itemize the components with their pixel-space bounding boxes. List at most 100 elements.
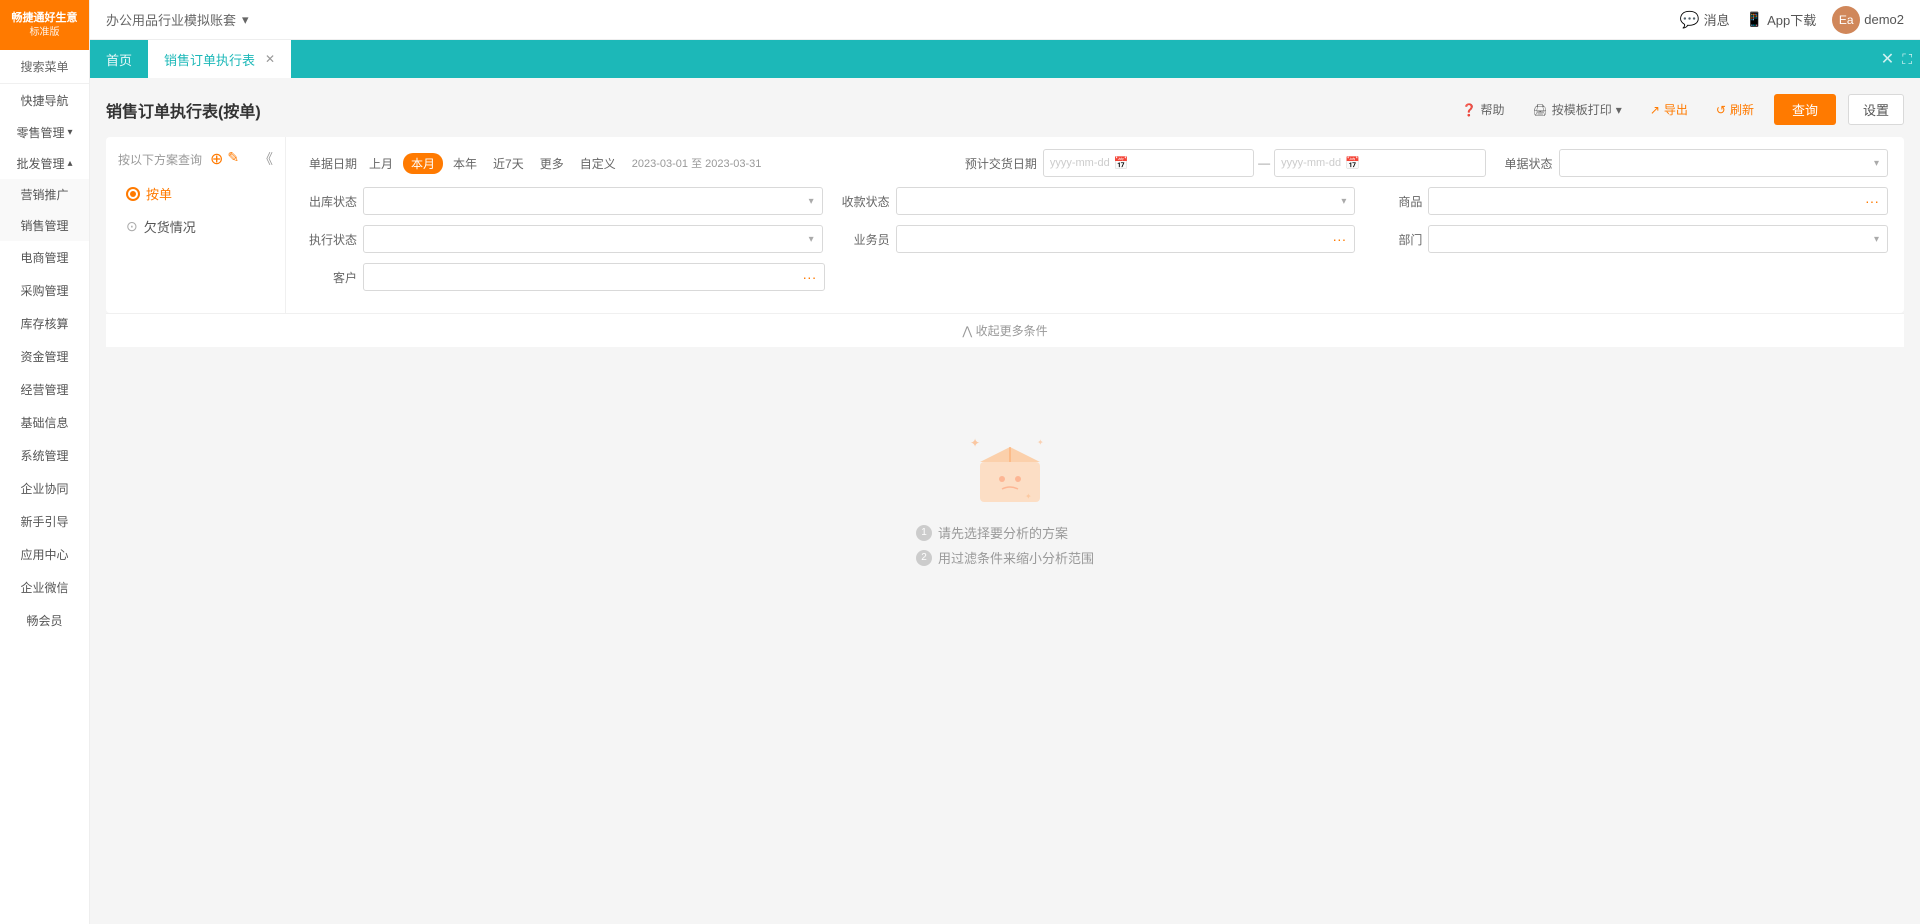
template-print-label: 按模板打印 — [1552, 101, 1612, 118]
exec-status-label: 执行状态 — [302, 231, 357, 248]
sidebar-item-marketing[interactable]: 营销推广 — [0, 179, 89, 210]
scheme-shortage-label: 欠货情况 — [144, 217, 196, 236]
out-status-select[interactable]: ▾ — [363, 187, 823, 215]
tab-sales-exec-label: 销售订单执行表 — [164, 50, 255, 69]
tab-close-all-btn[interactable]: ✕ — [1881, 49, 1894, 69]
svg-text:✦: ✦ — [970, 436, 980, 450]
sidebar-item-system[interactable]: 系统管理 — [0, 439, 89, 472]
order-status-arrow: ▾ — [1874, 158, 1879, 169]
product-multi-btn[interactable]: ··· — [1428, 187, 1888, 215]
date-tab-last-month[interactable]: 上月 — [363, 153, 399, 174]
sidebar-item-enterprise-wechat[interactable]: 企业微信 — [0, 571, 89, 604]
query-btn[interactable]: 查询 — [1774, 94, 1836, 125]
sidebar-item-inventory[interactable]: 库存核算 — [0, 307, 89, 340]
main-area: 办公用品行业模拟账套 ▾ 💬 消息 📱 App下载 Ea demo2 首页 — [90, 0, 1920, 924]
export-btn[interactable]: ↗ 导出 — [1642, 97, 1696, 122]
date-tab-more[interactable]: 更多 — [534, 153, 570, 174]
scheme-item-by-order[interactable]: 按单 — [106, 177, 285, 210]
collapse-scheme-btn[interactable]: 《 — [259, 149, 273, 169]
app-logo[interactable]: 畅捷通好生意 标准版 — [0, 0, 90, 50]
empty-svg: ✦ ✦ ✦ — [965, 427, 1055, 507]
salesperson-more-icon: ··· — [1332, 231, 1346, 247]
tab-sales-exec[interactable]: 销售订单执行表 ✕ — [148, 40, 291, 78]
app-center-label: 应用中心 — [20, 546, 68, 563]
out-status-label: 出库状态 — [302, 193, 357, 210]
hint-num-2: 2 — [916, 550, 932, 566]
sidebar-item-sales-mgmt[interactable]: 销售管理 — [0, 210, 89, 241]
logo-line1: 畅捷通好生意 — [12, 11, 78, 25]
filter-scheme-panel: 按以下方案查询 ⊕ ✎ 《 按单 ⊙ — [106, 137, 286, 313]
empty-illustration: ✦ ✦ ✦ — [965, 427, 1045, 507]
sidebar-item-label: 快捷导航 — [20, 92, 68, 109]
date-tab-last-7[interactable]: 近7天 — [487, 153, 530, 174]
wholesale-label: 批发管理 — [16, 155, 64, 172]
customer-multi-btn[interactable]: ··· — [363, 263, 825, 291]
filter-item-exec-status: 执行状态 ▾ — [302, 225, 823, 253]
operation-label: 经营管理 — [20, 381, 68, 398]
sidebar-search[interactable]: 搜索菜单 — [0, 50, 89, 84]
order-status-select[interactable]: ▾ — [1559, 149, 1889, 177]
sidebar-item-new-guide[interactable]: 新手引导 — [0, 505, 89, 538]
out-status-arrow: ▾ — [809, 196, 814, 207]
question-icon: ❓ — [1462, 103, 1477, 117]
sidebar-item-enterprise[interactable]: 企业协同 — [0, 472, 89, 505]
date-tab-this-year[interactable]: 本年 — [447, 153, 483, 174]
template-print-arrow: ▾ — [1616, 103, 1622, 117]
finance-label: 资金管理 — [20, 348, 68, 365]
sidebar-item-purchase[interactable]: 采购管理 — [0, 274, 89, 307]
page-title: 销售订单执行表(按单) — [106, 98, 261, 122]
product-more-icon: ··· — [1865, 193, 1879, 209]
vip-label: 畅会员 — [26, 612, 62, 629]
sidebar-item-basic-info[interactable]: 基础信息 — [0, 406, 89, 439]
help-btn[interactable]: ❓ 帮助 — [1454, 97, 1513, 122]
exec-status-select[interactable]: ▾ — [363, 225, 823, 253]
page-container: 销售订单执行表(按单) ❓ 帮助 🖨 按模板打印 ▾ ↗ 导出 — [90, 78, 1920, 663]
scheme-by-order-label: 按单 — [146, 184, 172, 203]
sidebar-item-ecommerce[interactable]: 电商管理 — [0, 241, 89, 274]
sidebar-item-app-center[interactable]: 应用中心 — [0, 538, 89, 571]
industry-selector[interactable]: 办公用品行业模拟账套 ▾ — [106, 10, 249, 29]
collapse-bar[interactable]: ⋀ 收起更多条件 — [106, 313, 1904, 347]
receive-status-arrow: ▾ — [1341, 196, 1346, 207]
user-profile-btn[interactable]: Ea demo2 — [1832, 6, 1904, 34]
settings-btn[interactable]: 设置 — [1848, 94, 1904, 125]
refresh-btn[interactable]: ↺ 刷新 — [1708, 97, 1762, 122]
scheme-item-shortage[interactable]: ⊙ 欠货情况 — [106, 210, 285, 243]
tab-home-label: 首页 — [106, 50, 132, 69]
sidebar-item-retail[interactable]: 零售管理 ▾ — [0, 117, 89, 148]
sidebar: 畅捷通好生意 标准版 搜索菜单 快捷导航 零售管理 ▾ 批发管理 ▴ 营销推广 … — [0, 0, 90, 924]
sidebar-item-quick-nav[interactable]: 快捷导航 — [0, 84, 89, 117]
printer-icon: 🖨 — [1533, 103, 1548, 117]
sidebar-item-wholesale[interactable]: 批发管理 ▴ — [0, 148, 89, 179]
sidebar-item-operation[interactable]: 经营管理 — [0, 373, 89, 406]
filter-item-order-status: 单据状态 ▾ — [1498, 149, 1889, 177]
expected-date-end[interactable]: yyyy-mm-dd 📅 — [1274, 149, 1485, 177]
svg-text:✦: ✦ — [1037, 438, 1044, 447]
order-status-label: 单据状态 — [1498, 155, 1553, 172]
tab-home[interactable]: 首页 — [90, 40, 148, 78]
tab-close-btn[interactable]: ✕ — [265, 52, 275, 66]
date-tab-this-month[interactable]: 本月 — [403, 153, 443, 174]
salesperson-label: 业务员 — [835, 231, 890, 248]
date-tab-custom[interactable]: 自定义 — [574, 153, 622, 174]
tab-expand-btn[interactable]: ⛶ — [1902, 51, 1912, 68]
salesperson-multi-btn[interactable]: ··· — [896, 225, 1356, 253]
message-btn[interactable]: 💬 消息 — [1680, 10, 1730, 30]
receive-status-select[interactable]: ▾ — [896, 187, 1356, 215]
app-download-btn[interactable]: 📱 App下载 — [1746, 10, 1817, 29]
expected-date-start[interactable]: yyyy-mm-dd 📅 — [1043, 149, 1254, 177]
expected-date-end-text: yyyy-mm-dd — [1281, 157, 1341, 169]
filter-item-customer: 客户 ··· — [302, 263, 825, 291]
dept-select[interactable]: ▾ — [1428, 225, 1888, 253]
sidebar-item-finance[interactable]: 资金管理 — [0, 340, 89, 373]
edit-scheme-btn[interactable]: ✎ — [227, 149, 239, 169]
filter-item-salesperson: 业务员 ··· — [835, 225, 1356, 253]
add-scheme-btn[interactable]: ⊕ — [210, 149, 223, 169]
chevron-up-icon: ▴ — [67, 158, 72, 169]
tab-bar-actions: ✕ ⛶ — [1881, 49, 1920, 69]
template-print-btn[interactable]: 🖨 按模板打印 ▾ — [1525, 97, 1630, 122]
chat-icon: 💬 — [1680, 10, 1700, 30]
empty-state: ✦ ✦ ✦ 1 请先选择要分析的方案 2 — [106, 347, 1904, 647]
dept-label: 部门 — [1367, 231, 1422, 248]
sidebar-item-vip[interactable]: 畅会员 — [0, 604, 89, 637]
